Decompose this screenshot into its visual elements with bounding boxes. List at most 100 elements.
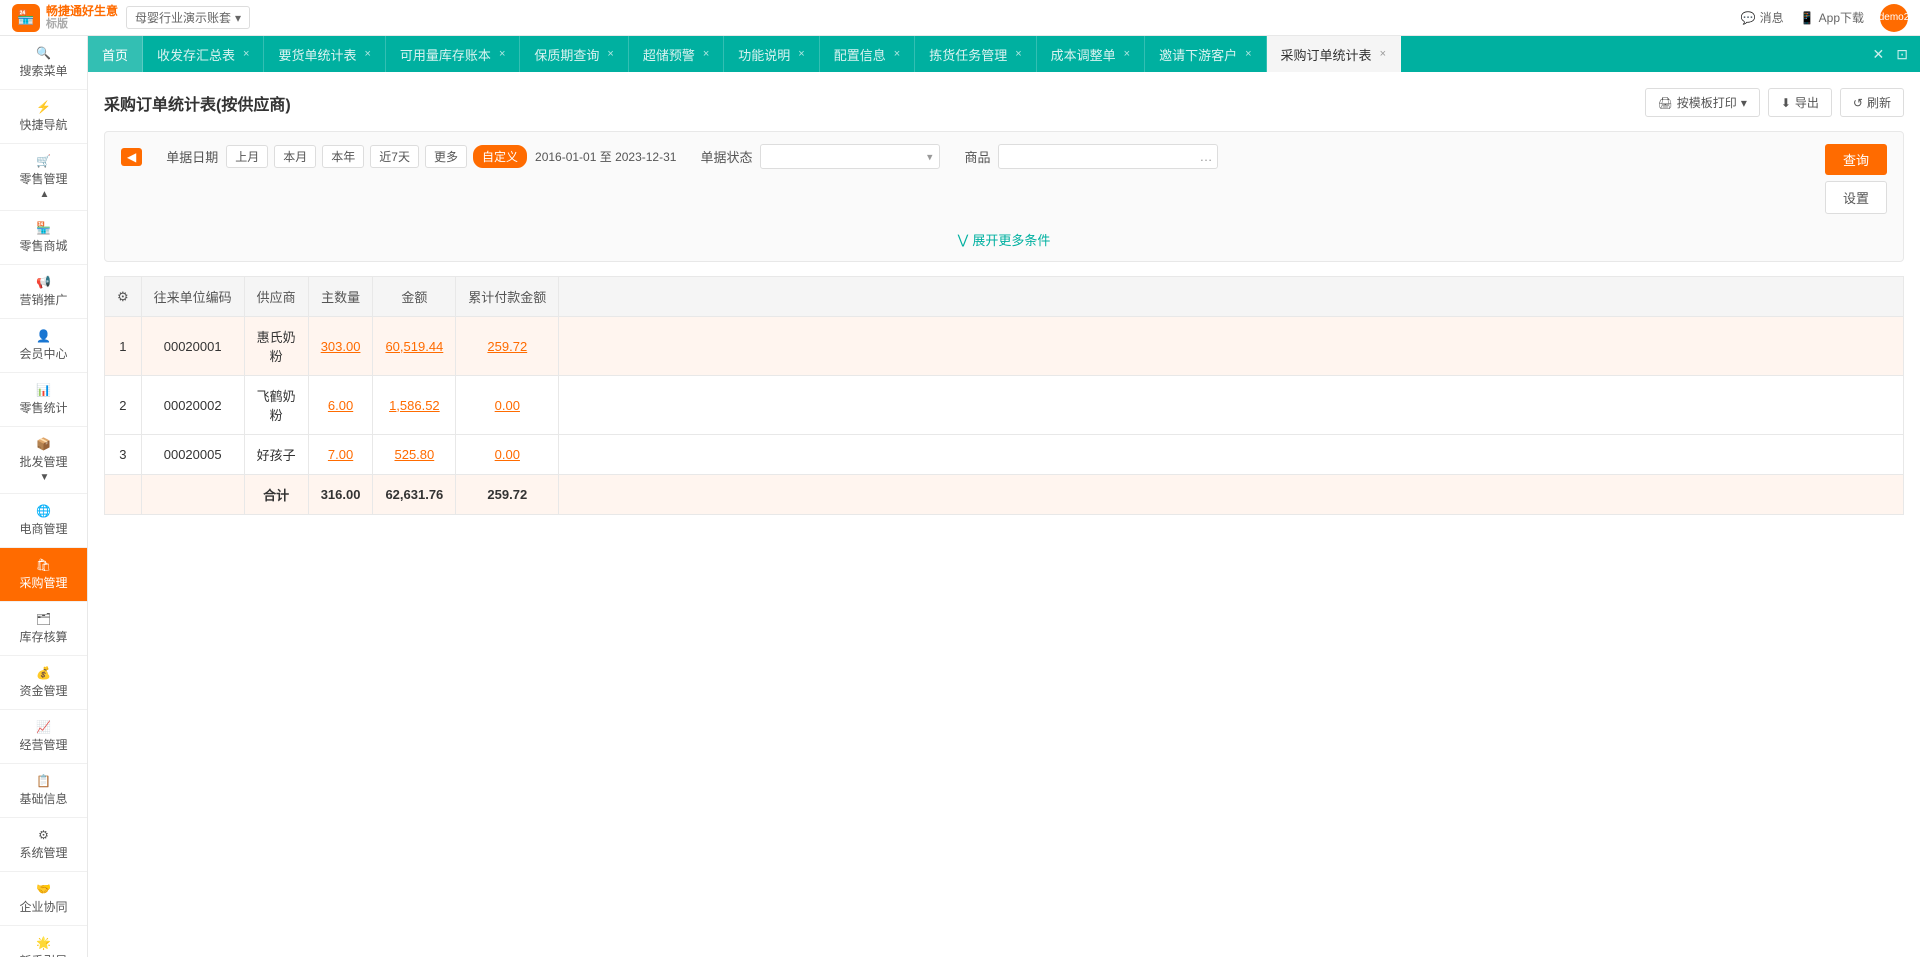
table-settings-header: ⚙ (105, 277, 142, 317)
row-code: 00020001 (141, 317, 244, 376)
tab-purchase-order-stats[interactable]: 采购订单统计表 × (1267, 36, 1401, 72)
page-title: 采购订单统计表(按供应商) (104, 91, 291, 115)
sidebar-item-quicknav[interactable]: ⚡ 快捷导航 (0, 90, 87, 144)
footer-empty2 (141, 475, 244, 515)
search-icon: 🔍 (36, 46, 51, 60)
template-print-button[interactable]: 🖨 按模板打印 ▾ (1645, 88, 1760, 117)
footer-amount: 62,631.76 (373, 475, 456, 515)
filter-actions-side: 查询 设置 (1825, 144, 1887, 214)
logo-icon: 🏪 (12, 4, 40, 32)
tab-home[interactable]: 首页 (88, 36, 143, 72)
page-inner: 采购订单统计表(按供应商) 🖨 按模板打印 ▾ ⬇ 导出 ↺ (88, 72, 1920, 957)
sidebar-item-wholesale[interactable]: 📦 批发管理 ▼ (0, 427, 87, 494)
close-icon[interactable]: × (1015, 48, 1021, 60)
qty-link[interactable]: 6.00 (328, 398, 353, 413)
row-supplier: 好孩子 (244, 435, 308, 475)
sidebar-item-system[interactable]: ⚙ 系统管理 (0, 818, 87, 872)
expand-more-row: ⋁ 展开更多条件 (121, 222, 1887, 249)
row-supplier: 惠氏奶粉 (244, 317, 308, 376)
export-button[interactable]: ⬇ 导出 (1768, 88, 1832, 117)
qty-link[interactable]: 7.00 (328, 447, 353, 462)
main-layout: 🔍 搜索菜单 ⚡ 快捷导航 🛒 零售管理 ▲ 🏪 零售商城 📢 营销推广 👤 会… (0, 36, 1920, 957)
setting-button[interactable]: 设置 (1825, 181, 1887, 214)
sidebar-item-search[interactable]: 🔍 搜索菜单 (0, 36, 87, 90)
table-row: 1 00020001 惠氏奶粉 303.00 60,519.44 259.72 (105, 317, 1904, 376)
maximize-icon[interactable]: ⊡ (1892, 44, 1912, 65)
paid-link[interactable]: 0.00 (495, 398, 520, 413)
query-button[interactable]: 查询 (1825, 144, 1887, 175)
row-amount: 1,586.52 (373, 376, 456, 435)
refresh-button[interactable]: ↺ 刷新 (1840, 88, 1904, 117)
sidebar-item-retail-mall[interactable]: 🏪 零售商城 (0, 211, 87, 265)
close-icon[interactable]: × (1245, 48, 1251, 60)
app-download-button[interactable]: 📱 App下载 (1800, 9, 1864, 26)
close-icon[interactable]: × (243, 48, 249, 60)
close-icon[interactable]: × (798, 48, 804, 60)
row-qty: 6.00 (308, 376, 373, 435)
date-this-year-btn[interactable]: 本年 (322, 145, 364, 168)
sidebar-item-basic-info[interactable]: 📋 基础信息 (0, 764, 87, 818)
nav-tabs: 首页 收发存汇总表 × 要货单统计表 × 可用量库存账本 × 保质期查询 × 超… (88, 36, 1920, 72)
close-icon[interactable]: × (703, 48, 709, 60)
filter-top-row: ◀ 单据日期 上月 本月 本年 近7天 更多 (121, 144, 1887, 214)
status-select[interactable] (760, 144, 940, 169)
filter-collapse-button[interactable]: ◀ (121, 148, 142, 166)
sidebar-item-operations[interactable]: 📈 经营管理 (0, 710, 87, 764)
tab-requisition-stats[interactable]: 要货单统计表 × (264, 36, 385, 72)
tab-function-desc[interactable]: 功能说明 × (724, 36, 819, 72)
gear-icon[interactable]: ⚙ (117, 289, 129, 305)
amount-link[interactable]: 1,586.52 (389, 398, 440, 413)
date-custom-btn[interactable]: 自定义 (473, 145, 527, 168)
chevron-down-icon: ▾ (235, 11, 241, 25)
tab-expiry-query[interactable]: 保质期查询 × (520, 36, 628, 72)
row-code: 00020005 (141, 435, 244, 475)
tab-overstock-warning[interactable]: 超储预警 × (629, 36, 724, 72)
avatar[interactable]: demo2 (1880, 4, 1908, 32)
sidebar-item-newbie[interactable]: 🌟 新手引导 (0, 926, 87, 957)
footer-extra (559, 475, 1904, 515)
print-icon: 🖨 (1658, 96, 1673, 110)
sidebar-item-retail-mgmt[interactable]: 🛒 零售管理 ▲ (0, 144, 87, 211)
commodity-input[interactable] (998, 144, 1218, 169)
amount-link[interactable]: 525.80 (394, 447, 434, 462)
table-row: 2 00020002 飞鹤奶粉 6.00 1,586.52 0.00 (105, 376, 1904, 435)
row-index: 3 (105, 435, 142, 475)
sidebar-item-purchase[interactable]: 🛍 采购管理 (0, 548, 87, 602)
close-icon[interactable]: × (1124, 48, 1130, 60)
close-icon[interactable]: × (1380, 48, 1386, 60)
tab-config-info[interactable]: 配置信息 × (820, 36, 915, 72)
amount-link[interactable]: 60,519.44 (385, 339, 443, 354)
message-button[interactable]: 💬 消息 (1741, 9, 1784, 26)
close-icon[interactable]: × (364, 48, 370, 60)
close-icon[interactable]: × (894, 48, 900, 60)
tab-invite-downstream[interactable]: 邀请下游客户 × (1145, 36, 1266, 72)
date-more-btn[interactable]: 更多 (425, 145, 467, 168)
sidebar-item-marketing[interactable]: 📢 营销推广 (0, 265, 87, 319)
sidebar-item-finance[interactable]: 💰 资金管理 (0, 656, 87, 710)
sidebar-item-ecommerce[interactable]: 🌐 电商管理 (0, 494, 87, 548)
more-icon[interactable]: … (1199, 149, 1212, 164)
date-7days-btn[interactable]: 近7天 (370, 145, 419, 168)
tab-pick-task[interactable]: 拣货任务管理 × (915, 36, 1036, 72)
top-bar-right: 💬 消息 📱 App下载 demo2 (1741, 4, 1908, 32)
expand-more-button[interactable]: ⋁ 展开更多条件 (958, 230, 1051, 249)
col-header-extra (559, 277, 1904, 317)
close-window-icon[interactable]: ✕ (1869, 44, 1889, 65)
sidebar-item-enterprise[interactable]: 🤝 企业协同 (0, 872, 87, 926)
row-supplier: 飞鹤奶粉 (244, 376, 308, 435)
paid-link[interactable]: 0.00 (495, 447, 520, 462)
tab-receive-summary[interactable]: 收发存汇总表 × (143, 36, 264, 72)
date-last-month-btn[interactable]: 上月 (226, 145, 268, 168)
workspace-selector[interactable]: 母婴行业演示账套 ▾ (126, 6, 250, 29)
sidebar-item-retail-stats[interactable]: 📊 零售统计 (0, 373, 87, 427)
qty-link[interactable]: 303.00 (321, 339, 361, 354)
tab-available-inventory[interactable]: 可用量库存账本 × (386, 36, 520, 72)
close-icon[interactable]: × (499, 48, 505, 60)
sidebar-item-member[interactable]: 👤 会员中心 (0, 319, 87, 373)
top-bar-left: 🏪 畅捷通好生意 标版 母婴行业演示账套 ▾ (12, 4, 250, 32)
paid-link[interactable]: 259.72 (487, 339, 527, 354)
tab-cost-adjust[interactable]: 成本调整单 × (1037, 36, 1145, 72)
close-icon[interactable]: × (607, 48, 613, 60)
sidebar-item-inventory[interactable]: 🗂 库存核算 (0, 602, 87, 656)
date-this-month-btn[interactable]: 本月 (274, 145, 316, 168)
